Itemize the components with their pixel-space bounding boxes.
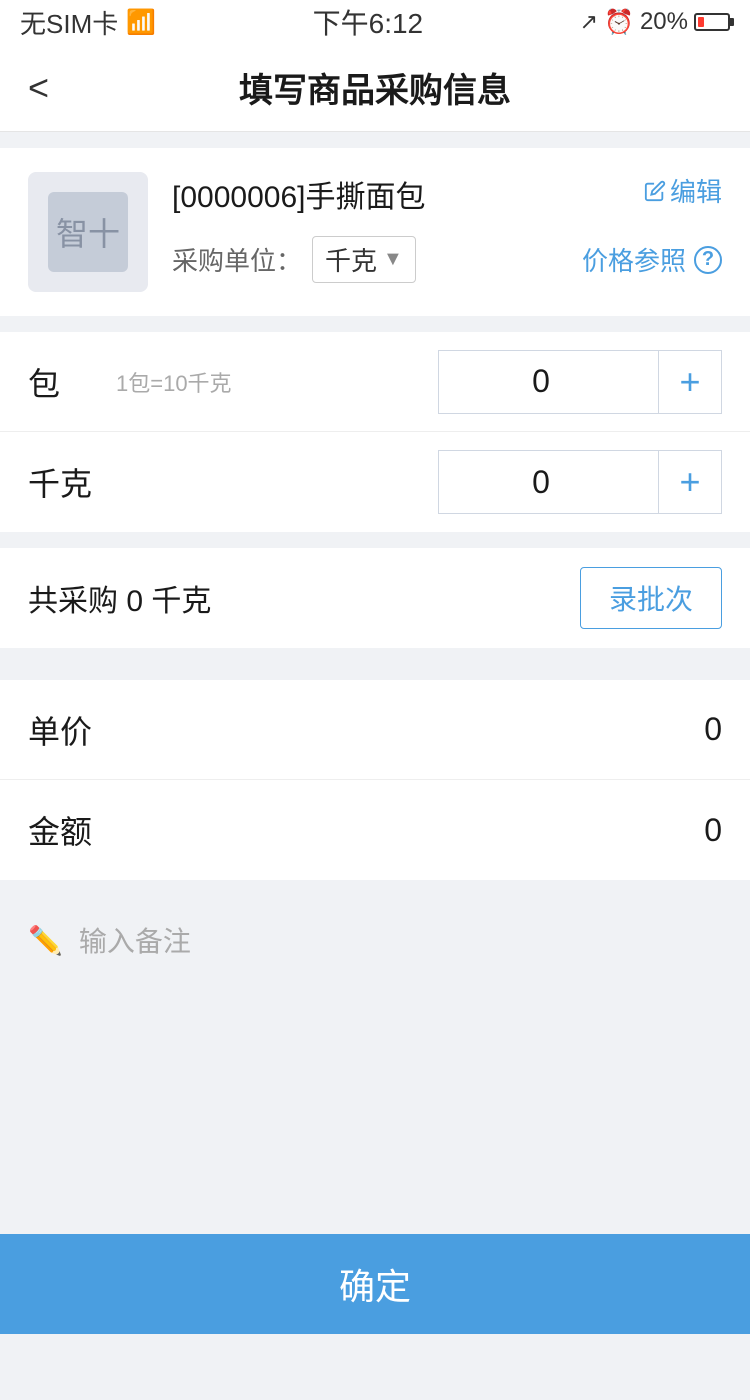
- unit-select[interactable]: 千克 ▼: [312, 236, 416, 283]
- back-button[interactable]: <: [28, 67, 49, 109]
- status-time: 下午6:12: [313, 2, 424, 42]
- unit-value: 千克: [325, 241, 377, 278]
- amount-value: 0: [704, 812, 722, 849]
- kg-label: 千克: [28, 459, 108, 505]
- unit-price-value: 0: [704, 711, 722, 748]
- summary-row: 共采购 0 千克 录批次: [0, 548, 750, 648]
- bag-input-wrapper: +: [438, 350, 722, 414]
- edit-button[interactable]: 编辑: [644, 172, 722, 209]
- product-header: [0000006]手撕面包 编辑: [172, 172, 722, 216]
- product-info: [0000006]手撕面包 编辑 采购单位： 千克 ▼: [172, 172, 722, 283]
- amount-label: 金额: [28, 807, 92, 853]
- unit-price-label: 单价: [28, 707, 92, 753]
- kg-input[interactable]: [438, 450, 658, 514]
- summary-text: 共采购 0 千克: [28, 576, 211, 620]
- unit-row: 采购单位： 千克 ▼ 价格参照 ?: [172, 236, 722, 283]
- chevron-down-icon: ▼: [383, 248, 403, 271]
- kg-plus-button[interactable]: +: [658, 450, 722, 514]
- page-title: 填写商品采购信息: [239, 63, 511, 112]
- edit-label: 编辑: [670, 172, 722, 209]
- help-icon: ?: [694, 246, 722, 274]
- bag-input[interactable]: [438, 350, 658, 414]
- product-name: [0000006]手撕面包: [172, 172, 425, 216]
- status-right: ↗ ⏰ 20%: [580, 8, 730, 37]
- divider-1: [0, 316, 750, 332]
- price-ref-button[interactable]: 价格参照 ?: [582, 241, 722, 278]
- nav-bar: < 填写商品采购信息: [0, 44, 750, 132]
- info-section: 单价 0 金额 0: [0, 680, 750, 880]
- price-ref-label: 价格参照: [582, 241, 686, 278]
- product-image: 智十: [28, 172, 148, 292]
- product-name-text: 手撕面包: [305, 181, 425, 214]
- carrier-label: 无SIM卡: [20, 4, 118, 41]
- bag-plus-button[interactable]: +: [658, 350, 722, 414]
- product-logo: 智十: [48, 192, 128, 272]
- bag-label: 包: [28, 359, 108, 405]
- divider-3: [0, 648, 750, 664]
- unit-price-row: 单价 0: [0, 680, 750, 780]
- battery-icon: [694, 13, 730, 31]
- kg-input-row: 千克 +: [0, 432, 750, 532]
- summary-amount: 0: [126, 585, 143, 618]
- status-left: 无SIM卡 📶: [20, 4, 156, 41]
- product-card: 智十 [0000006]手撕面包 编辑 采购单位：: [0, 148, 750, 316]
- summary-label: 共采购: [28, 585, 118, 618]
- wifi-icon: 📶: [126, 8, 156, 37]
- input-section: 包 1包=10千克 + 千克 +: [0, 332, 750, 532]
- pencil-icon: ✏️: [28, 924, 63, 957]
- bag-input-row: 包 1包=10千克 +: [0, 332, 750, 432]
- unit-label: 采购单位：: [172, 241, 302, 278]
- confirm-button[interactable]: 确定: [0, 1234, 750, 1334]
- kg-input-wrapper: +: [438, 450, 722, 514]
- location-icon: ↗: [580, 9, 598, 35]
- amount-row: 金额 0: [0, 780, 750, 880]
- battery-percent: 20%: [640, 8, 688, 36]
- note-section[interactable]: ✏️ 输入备注: [0, 880, 750, 1000]
- summary-unit: 千克: [151, 585, 211, 618]
- status-bar: 无SIM卡 📶 下午6:12 ↗ ⏰ 20%: [0, 0, 750, 44]
- batch-button[interactable]: 录批次: [580, 567, 722, 629]
- divider-2: [0, 532, 750, 548]
- product-code: [0000006]: [172, 181, 305, 214]
- bag-sublabel: 1包=10千克: [116, 366, 232, 398]
- note-placeholder: 输入备注: [79, 920, 191, 960]
- alarm-icon: ⏰: [604, 8, 634, 37]
